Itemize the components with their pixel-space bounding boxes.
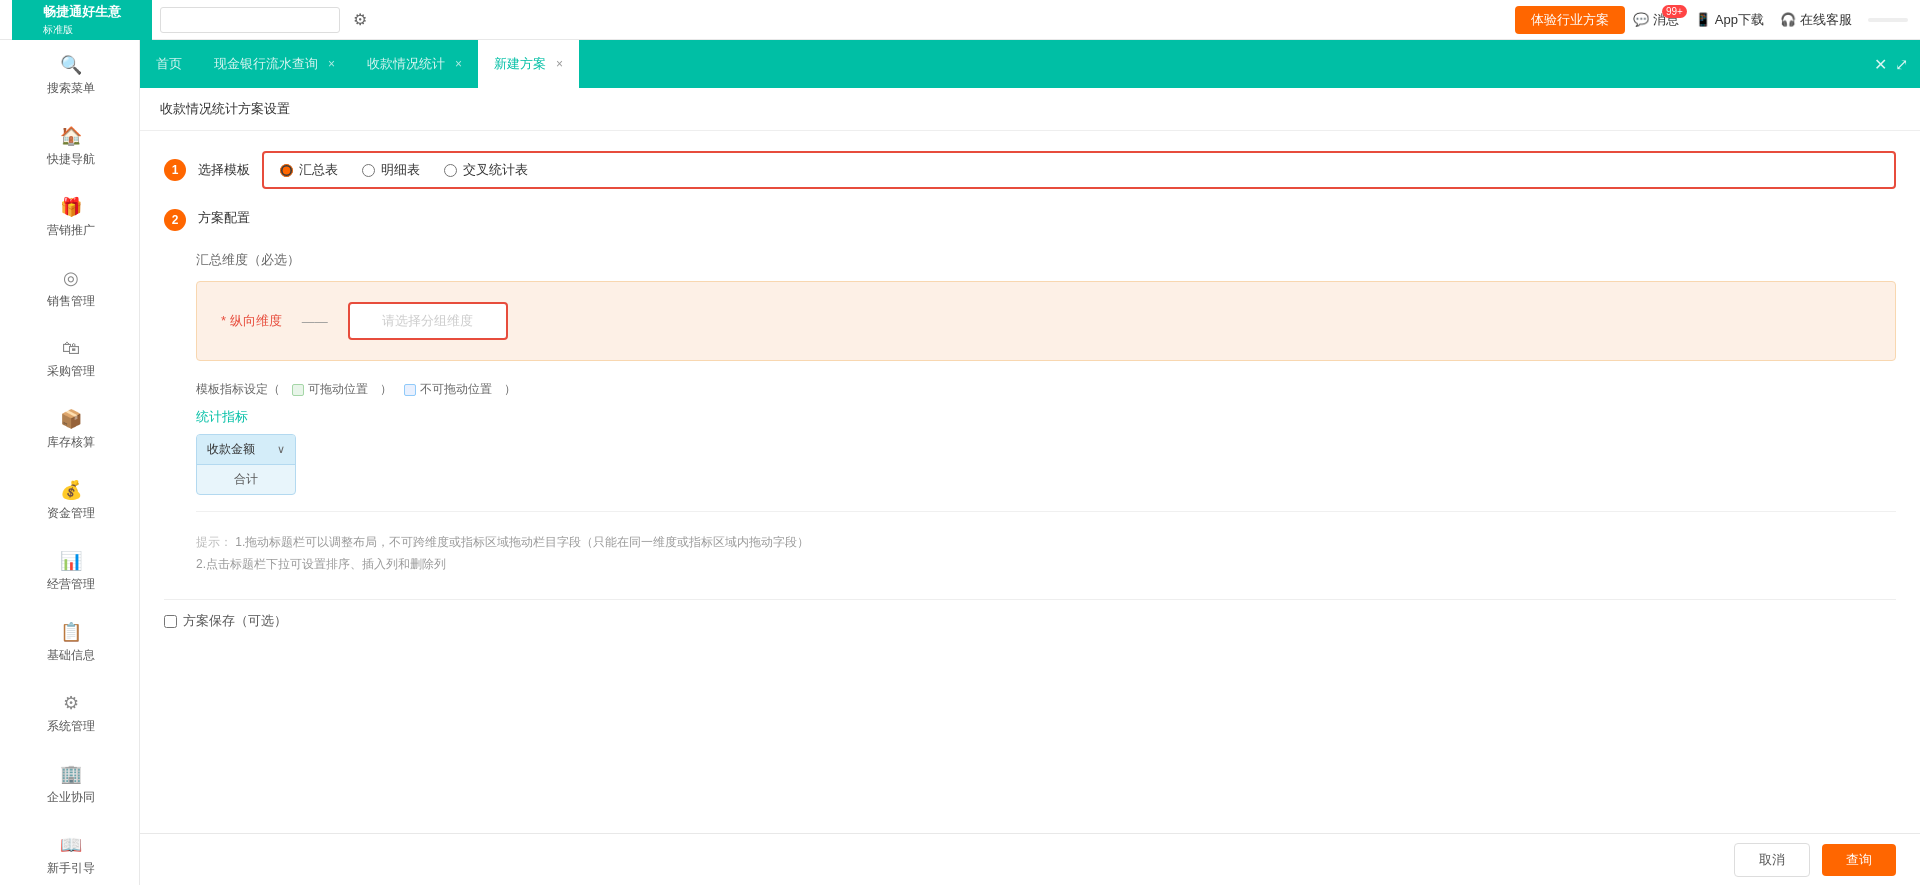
step2-label: 方案配置: [198, 209, 250, 227]
cancel-button[interactable]: 取消: [1734, 843, 1810, 877]
tab-new-plan-close[interactable]: ×: [556, 57, 563, 71]
sidebar: 🔍 搜索菜单 🏠 快捷导航 🎁 营销推广 ◎ 销售管理 🛍 采购管理 📦 库存核…: [0, 40, 140, 885]
template-radio-group: 汇总表 明细表 交叉统计表: [262, 151, 1896, 189]
form-section: 1 选择模板 汇总表 明细表 交叉统计表: [140, 131, 1920, 833]
tips-item2: 2.点击标题栏下拉可设置排序、插入列和删除列: [196, 554, 1896, 576]
legend-draggable: 可拖动位置: [292, 381, 368, 398]
message-icon: 💬: [1633, 12, 1649, 27]
sidebar-item-operation[interactable]: 📊 经营管理: [0, 536, 139, 607]
sidebar-item-search-menu[interactable]: 🔍 搜索菜单: [0, 40, 139, 111]
metric-card-header[interactable]: 收款金额 ∨: [197, 435, 295, 465]
main-layout: 🔍 搜索菜单 🏠 快捷导航 🎁 营销推广 ◎ 销售管理 🛍 采购管理 📦 库存核…: [0, 40, 1920, 885]
breadcrumb: 收款情况统计方案设置: [160, 101, 290, 116]
user-info[interactable]: [1868, 18, 1908, 22]
tab-bar: 首页 现金银行流水查询 × 收款情况统计 × 新建方案 × ✕ ⤢: [140, 40, 1920, 88]
search-area: ⚙: [160, 6, 1507, 34]
step1-label: 选择模板: [198, 161, 250, 179]
step1-row: 1 选择模板 汇总表 明细表 交叉统计表: [164, 151, 1896, 189]
save-checkbox-label[interactable]: 方案保存（可选）: [164, 612, 1896, 630]
headset-icon: 🎧: [1780, 12, 1796, 27]
search-icon: 🔍: [60, 54, 82, 76]
home-icon: 🏠: [60, 125, 82, 147]
sidebar-item-marketing[interactable]: 🎁 营销推广: [0, 182, 139, 253]
radio-detail[interactable]: 明细表: [362, 161, 420, 179]
online-support-btn[interactable]: 🎧 在线客服: [1780, 11, 1852, 29]
search-input[interactable]: [160, 7, 340, 33]
sidebar-item-quick-nav[interactable]: 🏠 快捷导航: [0, 111, 139, 182]
step2-circle: 2: [164, 209, 186, 231]
topbar-right: 💬 消息 99+ 📱 App下载 🎧 在线客服: [1633, 11, 1908, 29]
tips-divider: [196, 511, 1896, 512]
sidebar-item-sales[interactable]: ◎ 销售管理: [0, 253, 139, 324]
vertical-label: * 纵向维度: [221, 312, 282, 330]
dimension-section-title: 汇总维度（必选）: [196, 251, 1896, 269]
metrics-section: 模板指标设定（ 可拖动位置 ） 不可拖动位置 ）: [196, 381, 1896, 495]
page-content: 收款情况统计方案设置 1 选择模板 汇总表 明细表: [140, 88, 1920, 833]
radio-crosstab[interactable]: 交叉统计表: [444, 161, 528, 179]
metric-card-body: 合计: [197, 465, 295, 494]
trial-button[interactable]: 体验行业方案: [1515, 6, 1625, 34]
footer-area: 方案保存（可选）: [164, 599, 1896, 630]
messages-badge: 99+: [1662, 5, 1687, 18]
dimension-select[interactable]: 请选择分组维度: [348, 302, 508, 340]
tab-bank-flow[interactable]: 现金银行流水查询 ×: [198, 40, 351, 88]
metrics-header: 模板指标设定（ 可拖动位置 ） 不可拖动位置 ）: [196, 381, 1896, 398]
save-checkbox[interactable]: [164, 615, 177, 628]
app-logo: 畅捷通好生意 标准版: [12, 0, 152, 40]
sidebar-item-system[interactable]: ⚙ 系统管理: [0, 678, 139, 749]
required-star: * 纵向维度: [221, 313, 282, 328]
legend-separator: ）: [380, 381, 392, 398]
legend-non-draggable: 不可拖动位置: [404, 381, 492, 398]
sales-icon: ◎: [63, 267, 79, 289]
sidebar-item-inventory[interactable]: 📦 库存核算: [0, 394, 139, 465]
tab-maximize-icon[interactable]: ⤢: [1895, 55, 1908, 74]
sidebar-item-purchase[interactable]: 🛍 采购管理: [0, 324, 139, 394]
gear-icon[interactable]: ⚙: [346, 6, 374, 34]
tab-receipt-stats[interactable]: 收款情况统计 ×: [351, 40, 478, 88]
sidebar-item-enterprise-coop[interactable]: 🏢 企业协同: [0, 749, 139, 820]
step2-row: 2 方案配置: [164, 209, 1896, 231]
messages-btn[interactable]: 💬 消息 99+: [1633, 11, 1679, 29]
dimension-arrow: ——: [302, 314, 328, 329]
purchase-icon: 🛍: [62, 338, 80, 359]
system-icon: ⚙: [63, 692, 79, 714]
download-icon: 📱: [1695, 12, 1711, 27]
non-draggable-dot: [404, 384, 416, 396]
radio-summary[interactable]: 汇总表: [280, 161, 338, 179]
step1-circle: 1: [164, 159, 186, 181]
tab-home[interactable]: 首页: [140, 40, 198, 88]
metrics-header-title: 模板指标设定（: [196, 381, 280, 398]
guide-icon: 📖: [60, 834, 82, 856]
sidebar-item-finance[interactable]: 💰 资金管理: [0, 465, 139, 536]
tab-bank-flow-close[interactable]: ×: [328, 57, 335, 71]
metric-chevron-icon[interactable]: ∨: [277, 443, 285, 456]
query-button[interactable]: 查询: [1822, 844, 1896, 876]
bottom-action-bar: 取消 查询: [140, 833, 1920, 885]
metric-card-revenue: 收款金额 ∨ 合计: [196, 434, 296, 495]
tips-item1: 提示： 1.拖动标题栏可以调整布局，不可跨维度或指标区域拖动栏目字段（只能在同一…: [196, 532, 1896, 554]
enterprise-coop-icon: 🏢: [60, 763, 82, 785]
finance-icon: 💰: [60, 479, 82, 501]
content-area: 首页 现金银行流水查询 × 收款情况统计 × 新建方案 × ✕ ⤢ 收: [140, 40, 1920, 885]
tips-section: 提示： 1.拖动标题栏可以调整布局，不可跨维度或指标区域拖动栏目字段（只能在同一…: [196, 532, 1896, 575]
tab-close-all-icon[interactable]: ✕: [1874, 55, 1887, 74]
operation-icon: 📊: [60, 550, 82, 572]
top-bar: 畅捷通好生意 标准版 ⚙ 体验行业方案 💬 消息 99+ 📱 App下载 🎧 在…: [0, 0, 1920, 40]
stats-label: 统计指标: [196, 408, 1896, 426]
inventory-icon: 📦: [60, 408, 82, 430]
gift-icon: 🎁: [60, 196, 82, 218]
app-download-btn[interactable]: 📱 App下载: [1695, 11, 1764, 29]
tab-receipt-stats-close[interactable]: ×: [455, 57, 462, 71]
basic-info-icon: 📋: [60, 621, 82, 643]
draggable-dot: [292, 384, 304, 396]
dimension-area: * 纵向维度 —— 请选择分组维度: [196, 281, 1896, 361]
sidebar-item-guide[interactable]: 📖 新手引导: [0, 820, 139, 885]
logo-text: 畅捷通好生意 标准版: [43, 3, 121, 37]
sidebar-item-basic-info[interactable]: 📋 基础信息: [0, 607, 139, 678]
tab-bar-right: ✕ ⤢: [1874, 55, 1920, 74]
page-header: 收款情况统计方案设置: [140, 88, 1920, 131]
tab-new-plan[interactable]: 新建方案 ×: [478, 40, 579, 88]
step2-content: 汇总维度（必选） * 纵向维度 —— 请选择分组维度 模板指标设定（: [164, 251, 1896, 575]
